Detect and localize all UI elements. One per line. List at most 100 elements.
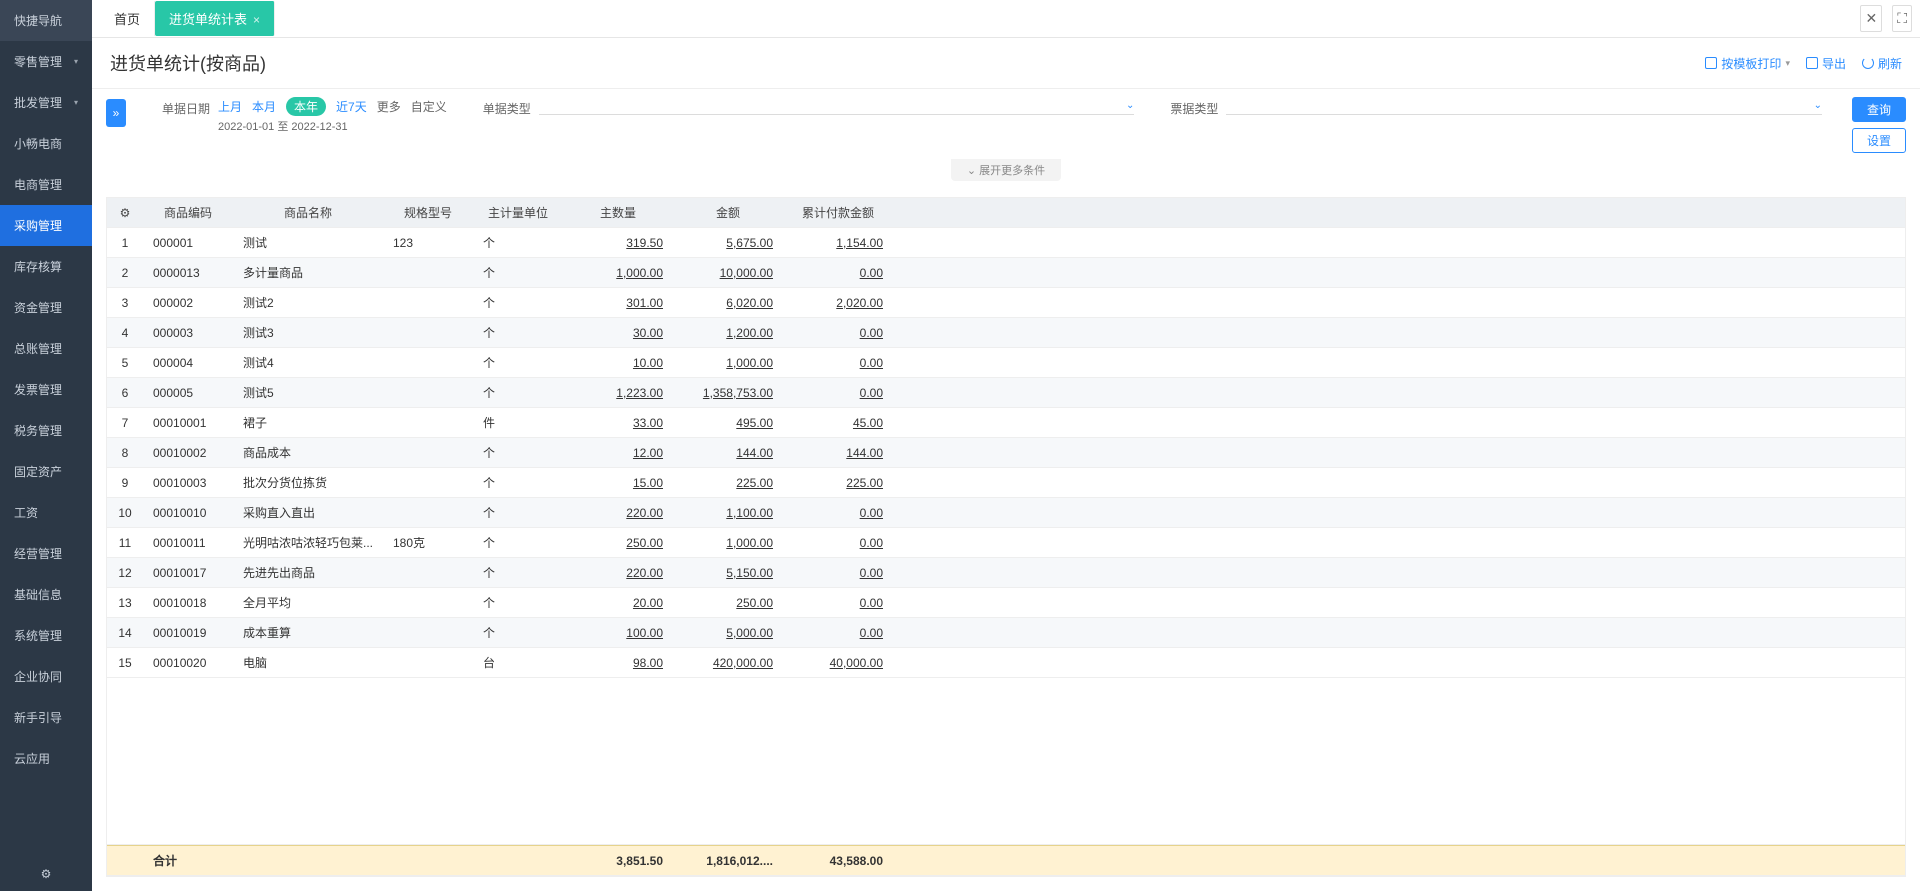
table-row[interactable]: 1100010011光明咕浓咕浓轻巧包莱...180克个250.001,000.… — [107, 528, 1905, 558]
sidebar-item-0[interactable]: 快捷导航 — [0, 0, 92, 41]
date-preset-last-month[interactable]: 上月 — [218, 98, 242, 115]
table-row[interactable]: 1200010017先进先出商品个220.005,150.000.00 — [107, 558, 1905, 588]
col-header-name[interactable]: 商品名称 — [233, 198, 383, 228]
cell-paid[interactable]: 0.00 — [783, 258, 893, 288]
tab-1[interactable]: 进货单统计表× — [155, 1, 275, 36]
date-preset-near7[interactable]: 近7天 — [336, 98, 367, 115]
sidebar-item-14[interactable]: 基础信息 — [0, 574, 92, 615]
col-header-paid[interactable]: 累计付款金额 — [783, 198, 893, 228]
sidebar-item-7[interactable]: 资金管理 — [0, 287, 92, 328]
col-header-unit[interactable]: 主计量单位 — [473, 198, 563, 228]
sidebar-item-16[interactable]: 企业协同 — [0, 656, 92, 697]
col-header-code[interactable]: 商品编码 — [143, 198, 233, 228]
cell-amount[interactable]: 1,358,753.00 — [673, 378, 783, 408]
table-row[interactable]: 700010001裙子件33.00495.0045.00 — [107, 408, 1905, 438]
sidebar-item-2[interactable]: 批发管理▾ — [0, 82, 92, 123]
filter-settings-button[interactable]: 设置 — [1852, 128, 1906, 153]
cell-paid[interactable]: 0.00 — [783, 588, 893, 618]
cell-qty[interactable]: 100.00 — [563, 618, 673, 648]
table-row[interactable]: 1300010018全月平均个20.00250.000.00 — [107, 588, 1905, 618]
table-row[interactable]: 1000001测试123个319.505,675.001,154.00 — [107, 228, 1905, 258]
table-row[interactable]: 1000010010采购直入直出个220.001,100.000.00 — [107, 498, 1905, 528]
cell-amount[interactable]: 1,000.00 — [673, 348, 783, 378]
table-row[interactable]: 800010002商品成本个12.00144.00144.00 — [107, 438, 1905, 468]
query-button[interactable]: 查询 — [1852, 97, 1906, 122]
cell-paid[interactable]: 0.00 — [783, 528, 893, 558]
date-preset-custom[interactable]: 自定义 — [411, 98, 447, 115]
cell-qty[interactable]: 220.00 — [563, 498, 673, 528]
cell-paid[interactable]: 144.00 — [783, 438, 893, 468]
cell-paid[interactable]: 0.00 — [783, 558, 893, 588]
expand-more-filters[interactable]: ⌄ 展开更多条件 — [951, 159, 1061, 181]
cell-amount[interactable]: 5,675.00 — [673, 228, 783, 258]
sidebar-item-15[interactable]: 系统管理 — [0, 615, 92, 656]
cell-amount[interactable]: 225.00 — [673, 468, 783, 498]
sidebar-item-17[interactable]: 新手引导 — [0, 697, 92, 738]
table-row[interactable]: 5000004测试4个10.001,000.000.00 — [107, 348, 1905, 378]
date-preset-this-year[interactable]: 本年 — [286, 97, 326, 116]
cell-qty[interactable]: 98.00 — [563, 648, 673, 678]
cell-paid[interactable]: 225.00 — [783, 468, 893, 498]
close-tab-button[interactable]: ✕ — [1860, 5, 1882, 32]
cell-amount[interactable]: 420,000.00 — [673, 648, 783, 678]
cell-qty[interactable]: 1,000.00 — [563, 258, 673, 288]
table-row[interactable]: 3000002测试2个301.006,020.002,020.00 — [107, 288, 1905, 318]
fullscreen-button[interactable]: ⛶ — [1892, 5, 1912, 32]
cell-amount[interactable]: 1,100.00 — [673, 498, 783, 528]
cell-paid[interactable]: 45.00 — [783, 408, 893, 438]
refresh-button[interactable]: 刷新 — [1862, 55, 1902, 72]
cell-paid[interactable]: 0.00 — [783, 498, 893, 528]
sidebar-item-8[interactable]: 总账管理 — [0, 328, 92, 369]
sidebar-item-9[interactable]: 发票管理 — [0, 369, 92, 410]
sidebar-item-18[interactable]: 云应用 — [0, 738, 92, 779]
cell-amount[interactable]: 6,020.00 — [673, 288, 783, 318]
cell-qty[interactable]: 30.00 — [563, 318, 673, 348]
cell-qty[interactable]: 10.00 — [563, 348, 673, 378]
sidebar-item-1[interactable]: 零售管理▾ — [0, 41, 92, 82]
doc-type-select[interactable]: ⌄ — [539, 97, 1135, 115]
cell-amount[interactable]: 5,000.00 — [673, 618, 783, 648]
export-button[interactable]: 导出 — [1806, 55, 1846, 72]
table-row[interactable]: 1500010020电脑台98.00420,000.0040,000.00 — [107, 648, 1905, 678]
cell-qty[interactable]: 1,223.00 — [563, 378, 673, 408]
sidebar-item-11[interactable]: 固定资产 — [0, 451, 92, 492]
table-row[interactable]: 1400010019成本重算个100.005,000.000.00 — [107, 618, 1905, 648]
table-row[interactable]: 4000003测试3个30.001,200.000.00 — [107, 318, 1905, 348]
cell-amount[interactable]: 1,000.00 — [673, 528, 783, 558]
table-row[interactable]: 6000005测试5个1,223.001,358,753.000.00 — [107, 378, 1905, 408]
cell-paid[interactable]: 1,154.00 — [783, 228, 893, 258]
sidebar-item-6[interactable]: 库存核算 — [0, 246, 92, 287]
print-template-button[interactable]: 按模板打印 ▾ — [1705, 55, 1790, 72]
col-header-qty[interactable]: 主数量 — [563, 198, 673, 228]
sidebar-item-12[interactable]: 工资 — [0, 492, 92, 533]
cell-amount[interactable]: 5,150.00 — [673, 558, 783, 588]
collapse-filter-button[interactable]: » — [106, 99, 126, 127]
cell-amount[interactable]: 144.00 — [673, 438, 783, 468]
sidebar-item-5[interactable]: 采购管理 — [0, 205, 92, 246]
table-settings-header[interactable]: ⚙ — [107, 198, 143, 228]
table-row[interactable]: 900010003批次分货位拣货个15.00225.00225.00 — [107, 468, 1905, 498]
date-preset-more[interactable]: 更多 — [377, 98, 401, 115]
cell-qty[interactable]: 250.00 — [563, 528, 673, 558]
cell-qty[interactable]: 319.50 — [563, 228, 673, 258]
tab-0[interactable]: 首页 — [100, 1, 155, 36]
sidebar-item-4[interactable]: 电商管理 — [0, 164, 92, 205]
sidebar-item-3[interactable]: 小畅电商 — [0, 123, 92, 164]
sidebar-item-13[interactable]: 经营管理 — [0, 533, 92, 574]
cell-paid[interactable]: 0.00 — [783, 318, 893, 348]
date-preset-this-month[interactable]: 本月 — [252, 98, 276, 115]
cell-paid[interactable]: 0.00 — [783, 348, 893, 378]
close-icon[interactable]: × — [253, 13, 260, 27]
cell-amount[interactable]: 10,000.00 — [673, 258, 783, 288]
cell-qty[interactable]: 33.00 — [563, 408, 673, 438]
cell-qty[interactable]: 220.00 — [563, 558, 673, 588]
ticket-type-select[interactable]: ⌄ — [1226, 97, 1822, 115]
table-row[interactable]: 20000013多计量商品个1,000.0010,000.000.00 — [107, 258, 1905, 288]
cell-paid[interactable]: 2,020.00 — [783, 288, 893, 318]
sidebar-item-10[interactable]: 税务管理 — [0, 410, 92, 451]
cell-qty[interactable]: 15.00 — [563, 468, 673, 498]
cell-paid[interactable]: 40,000.00 — [783, 648, 893, 678]
cell-qty[interactable]: 12.00 — [563, 438, 673, 468]
cell-qty[interactable]: 20.00 — [563, 588, 673, 618]
cell-paid[interactable]: 0.00 — [783, 618, 893, 648]
